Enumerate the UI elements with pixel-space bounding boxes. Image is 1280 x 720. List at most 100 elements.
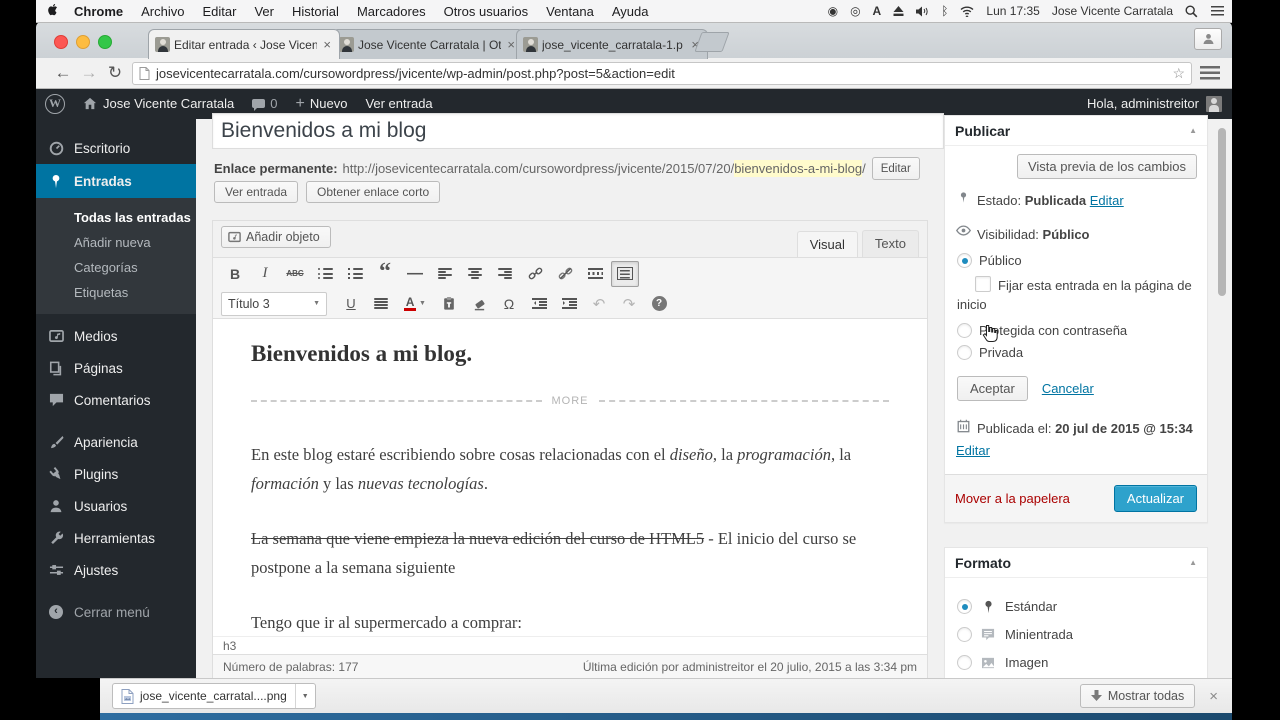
help-button[interactable]: ? [645, 291, 673, 317]
menu-editar[interactable]: Editar [193, 4, 245, 19]
bookmark-star-icon[interactable]: ☆ [1172, 65, 1185, 82]
record-icon[interactable]: ◉ [824, 4, 842, 18]
sidebar-item-paginas[interactable]: Páginas [36, 352, 196, 384]
outdent-button[interactable] [525, 291, 553, 317]
close-downloads-bar-icon[interactable]: × [1209, 688, 1218, 705]
panel-toggle-icon[interactable]: ▲ [1189, 126, 1197, 135]
clear-formatting-button[interactable] [465, 291, 493, 317]
align-right-button[interactable] [491, 261, 519, 287]
tab-texto[interactable]: Texto [861, 230, 919, 257]
editor-element-path[interactable]: h3 [213, 636, 927, 654]
remove-link-button[interactable] [551, 261, 579, 287]
get-shortlink-button[interactable]: Obtener enlace corto [306, 181, 441, 203]
menu-historial[interactable]: Historial [283, 4, 348, 19]
radio-minientrada[interactable] [957, 627, 972, 643]
menu-chrome[interactable]: Chrome [65, 4, 132, 19]
sidebar-collapse-menu[interactable]: ‹ Cerrar menú [36, 596, 196, 628]
view-post-button[interactable]: Ver entrada [214, 181, 299, 203]
menu-archivo[interactable]: Archivo [132, 4, 193, 19]
tab-jose-vicente[interactable]: Jose Vicente Carratala | Ot × [332, 29, 524, 59]
special-character-button[interactable]: Ω [495, 291, 523, 317]
apple-icon[interactable] [48, 4, 61, 18]
update-button[interactable]: Actualizar [1113, 485, 1197, 513]
profile-button[interactable] [1194, 28, 1222, 50]
account-menu[interactable]: Hola, administreitor [1087, 95, 1232, 112]
blockquote-button[interactable]: “ [371, 260, 399, 287]
edit-permalink-button[interactable]: Editar [871, 157, 920, 180]
add-media-button[interactable]: Añadir objeto [221, 226, 331, 248]
post-title-input[interactable]: Bienvenidos a mi blog [212, 113, 944, 149]
aceptar-button[interactable]: Aceptar [957, 375, 1028, 401]
tab-visual[interactable]: Visual [796, 231, 858, 258]
spotlight-search-icon[interactable] [1181, 4, 1202, 18]
back-button[interactable]: ← [50, 63, 76, 83]
indent-button[interactable] [555, 291, 583, 317]
text-color-button[interactable]: A ▼ [397, 291, 433, 317]
edit-date-link[interactable]: Editar [956, 443, 990, 458]
wp-logo-menu[interactable]: W [36, 88, 74, 119]
cancelar-link[interactable]: Cancelar [1042, 381, 1094, 396]
sidebar-item-comentarios[interactable]: Comentarios [36, 384, 196, 416]
menubar-clock[interactable]: Lun 17:35 [982, 4, 1043, 18]
format-select[interactable]: Título 3 ▼ [221, 291, 327, 316]
preview-changes-button[interactable]: Vista previa de los cambios [1016, 154, 1197, 179]
sidebar-item-entradas[interactable]: Entradas [36, 164, 196, 198]
editor-content[interactable]: Bienvenidos a mi blog. MORE En este blog e… [213, 319, 927, 636]
align-left-button[interactable] [431, 261, 459, 287]
eject-icon[interactable] [889, 6, 908, 16]
sidebar-item-ajustes[interactable]: Ajustes [36, 554, 196, 586]
menu-otros-usuarios[interactable]: Otros usuarios [435, 4, 538, 19]
menu-ver[interactable]: Ver [245, 4, 283, 19]
redo-button[interactable]: ↷ [615, 291, 643, 317]
sidebar-item-medios[interactable]: Medios [36, 320, 196, 352]
insert-link-button[interactable] [521, 261, 549, 287]
sidebar-item-apariencia[interactable]: Apariencia [36, 426, 196, 458]
sidebar-item-usuarios[interactable]: Usuarios [36, 490, 196, 522]
menu-ventana[interactable]: Ventana [537, 4, 603, 19]
address-bar[interactable]: josevicentecarratala.com/cursowordpress/… [132, 61, 1192, 85]
new-tab-button[interactable] [694, 32, 730, 52]
strikethrough-button[interactable]: ABC [281, 261, 309, 287]
menubar-username[interactable]: Jose Vicente Carratala [1048, 4, 1177, 18]
panel-toggle-icon[interactable]: ▲ [1189, 558, 1197, 567]
radio-imagen[interactable] [957, 655, 972, 671]
download-item-menu[interactable]: ▼ [294, 684, 315, 708]
bold-button[interactable]: B [221, 261, 249, 287]
submenu-todas-las-entradas[interactable]: Todas las entradas [36, 205, 196, 230]
menu-marcadores[interactable]: Marcadores [348, 4, 435, 19]
input-source-icon[interactable]: A [869, 4, 886, 18]
forward-button[interactable]: → [76, 63, 102, 83]
show-all-downloads-button[interactable]: Mostrar todas [1079, 684, 1196, 708]
close-window-button[interactable] [54, 35, 68, 49]
volume-icon[interactable] [912, 6, 933, 17]
minimize-window-button[interactable] [76, 35, 90, 49]
move-to-trash-link[interactable]: Mover a la papelera [955, 491, 1070, 506]
tab-close-icon[interactable]: × [321, 37, 333, 52]
sidebar-item-escritorio[interactable]: Escritorio [36, 132, 196, 164]
submenu-etiquetas[interactable]: Etiquetas [36, 280, 196, 305]
align-center-button[interactable] [461, 261, 489, 287]
bullet-list-button[interactable] [311, 261, 339, 287]
reload-button[interactable]: ↻ [102, 63, 128, 83]
page-scrollbar[interactable] [1218, 128, 1226, 296]
creative-cloud-icon[interactable]: ◎ [846, 4, 864, 18]
notification-center-icon[interactable] [1211, 6, 1224, 16]
wifi-icon[interactable] [956, 6, 978, 17]
edit-status-link[interactable]: Editar [1090, 193, 1124, 208]
toolbar-toggle-button[interactable] [611, 260, 639, 287]
submenu-anadir-nueva[interactable]: Añadir nueva [36, 230, 196, 255]
format-panel-header[interactable]: Formato ▲ [945, 548, 1207, 579]
tab-png-file[interactable]: jose_vicente_carratala-1.p × [516, 29, 708, 59]
radio-protegida[interactable] [957, 322, 972, 338]
chrome-menu-icon[interactable] [1200, 66, 1220, 80]
horizontal-rule-button[interactable]: — [401, 261, 429, 287]
numbered-list-button[interactable] [341, 261, 369, 287]
paste-as-text-button[interactable] [435, 291, 463, 317]
download-item[interactable]: jose_vicente_carratal....png ▼ [112, 683, 316, 709]
tab-editar-entrada[interactable]: Editar entrada ‹ Jose Vicen × [148, 29, 340, 59]
undo-button[interactable]: ↶ [585, 291, 613, 317]
sidebar-item-herramientas[interactable]: Herramientas [36, 522, 196, 554]
justify-button[interactable] [367, 291, 395, 317]
menu-ayuda[interactable]: Ayuda [603, 4, 658, 19]
italic-button[interactable]: I [251, 261, 279, 287]
